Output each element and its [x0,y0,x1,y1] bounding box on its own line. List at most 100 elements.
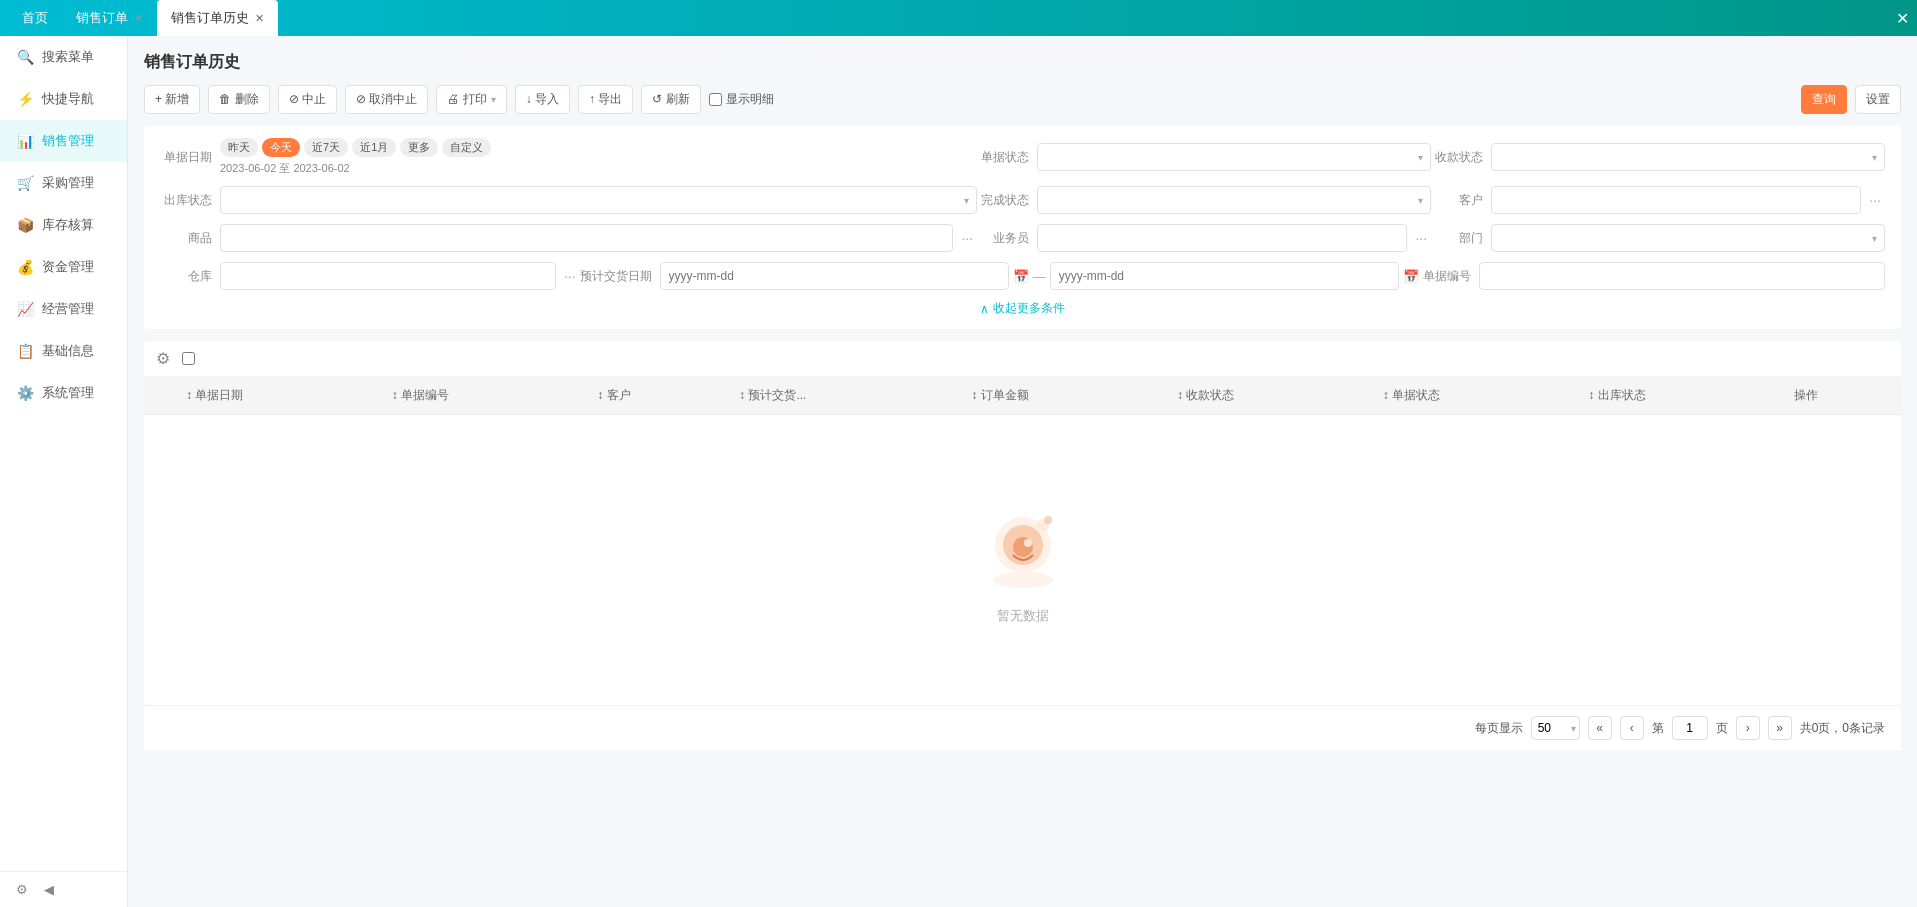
sidebar-item-search[interactable]: 🔍 搜索菜单 [0,36,127,78]
date-tag-today[interactable]: 今天 [262,138,300,157]
tab-home-label: 首页 [22,9,48,27]
svg-point-4 [1024,539,1032,547]
warehouse-label: 仓库 [160,268,220,285]
top-bar: 首页 销售订单 ✕ 销售订单历史 ✕ ✕ [0,0,1917,36]
page-input[interactable] [1672,716,1708,740]
sidebar-bottom: ⚙ ◀ [0,871,127,907]
sidebar-item-shortcuts[interactable]: ⚡ 快捷导航 [0,78,127,120]
order-status-label: 单据状态 [977,149,1037,166]
date-tag-custom[interactable]: 自定义 [442,138,491,157]
date-tag-yesterday[interactable]: 昨天 [220,138,258,157]
prev-page-button[interactable]: ‹ [1620,716,1644,740]
display-detail-label: 显示明细 [726,91,774,108]
date-control: 昨天 今天 近7天 近1月 更多 自定义 2023-06-02 至 2023-0… [220,138,977,176]
print-button[interactable]: 🖨 打印 ▾ [436,85,506,114]
th-amount-label: ↕ 订单金额 [971,388,1028,402]
window-close-button[interactable]: ✕ [1896,9,1909,28]
goods-dots-button[interactable]: ··· [957,230,977,246]
customer-label: 客户 [1431,192,1491,209]
query-button[interactable]: 查询 [1801,85,1847,114]
department-wrap: ▾ [1491,224,1885,252]
th-date[interactable]: ↕ 单据日期 [176,377,382,415]
page-size-select[interactable]: 50 10 20 100 [1531,716,1580,740]
next-page-button[interactable]: › [1736,716,1760,740]
filter-salesperson: 业务员 ··· [977,224,1431,252]
order-number-input[interactable] [1479,262,1885,290]
cancel-stop-button[interactable]: ⊘ 取消中止 [345,85,428,114]
empty-text: 暂无数据 [997,607,1049,625]
select-all-checkbox[interactable] [182,352,195,365]
th-order-status-label: ↕ 单据状态 [1383,388,1440,402]
tab-sales-order[interactable]: 销售订单 ✕ [62,0,157,36]
delete-button[interactable]: 🗑 删除 [208,85,269,114]
settings-bottom-icon[interactable]: ⚙ [16,882,28,897]
warehouse-input[interactable] [220,262,556,290]
refresh-button[interactable]: ↺ 刷新 [641,85,700,114]
goods-control: ··· [220,224,977,252]
empty-state: 暂无数据 [144,415,1901,705]
display-detail-checkbox[interactable]: 显示明细 [709,91,774,108]
sidebar-item-finance[interactable]: 💰 资金管理 [0,246,127,288]
sidebar-item-inventory[interactable]: 📦 库存核算 [0,204,127,246]
first-page-button[interactable]: « [1588,716,1612,740]
payment-status-select[interactable] [1491,143,1885,171]
date-tag-more[interactable]: 更多 [400,138,438,157]
outbound-status-select[interactable] [220,186,977,214]
th-delivery-label: ↕ 预计交货... [739,388,806,402]
department-select[interactable] [1491,224,1885,252]
delivery-from-input[interactable] [660,262,1009,290]
order-status-wrap: ▾ [1037,143,1431,171]
collapse-sidebar-icon[interactable]: ◀ [44,882,54,897]
sidebar-item-purchase[interactable]: 🛒 采购管理 [0,162,127,204]
th-number[interactable]: ↕ 单据编号 [382,377,588,415]
tab-sales-order-history[interactable]: 销售订单历史 ✕ [157,0,278,36]
date-separator: — [1033,269,1046,284]
customer-input[interactable] [1491,186,1861,214]
stop-button[interactable]: ⊘ 中止 [278,85,337,114]
date-tag-1month[interactable]: 近1月 [352,138,396,157]
delivery-to-calendar-icon[interactable]: 📅 [1403,269,1419,284]
data-table: ↕ 单据日期 ↕ 单据编号 ↕ 客户 ↕ 预计交货... ↕ 订单金额 [144,377,1901,415]
th-payment-status[interactable]: ↕ 收款状态 [1167,377,1373,415]
add-button[interactable]: + 新增 [144,85,200,114]
delivery-from-calendar-icon[interactable]: 📅 [1013,269,1029,284]
salesperson-dots-button[interactable]: ··· [1411,230,1431,246]
sidebar-item-system[interactable]: ⚙️ 系统管理 [0,372,127,414]
sidebar-item-operations[interactable]: 📈 经营管理 [0,288,127,330]
date-tag-7days[interactable]: 近7天 [304,138,348,157]
warehouse-dots-button[interactable]: ··· [560,268,580,284]
goods-input[interactable] [220,224,953,252]
goods-label: 商品 [160,230,220,247]
settings-button[interactable]: 设置 [1855,85,1901,114]
tab-sales-order-close[interactable]: ✕ [134,12,143,25]
th-order-status[interactable]: ↕ 单据状态 [1373,377,1579,415]
svg-point-6 [1044,516,1052,524]
customer-dots-button[interactable]: ··· [1865,192,1885,208]
filter-complete-status: 完成状态 ▾ [977,186,1431,214]
filter-date: 单据日期 昨天 今天 近7天 近1月 更多 自定义 2023-06-02 [160,138,977,176]
salesperson-input[interactable] [1037,224,1407,252]
date-range-display: 2023-06-02 至 2023-06-02 [220,161,491,176]
content-area: 销售订单历史 + 新增 🗑 删除 ⊘ 中止 ⊘ 取消中止 🖨 打印 ▾ ↓ 导入 [128,36,1917,907]
sales-icon: 📊 [16,132,34,150]
th-amount[interactable]: ↕ 订单金额 [961,377,1167,415]
table-header-row: ↕ 单据日期 ↕ 单据编号 ↕ 客户 ↕ 预计交货... ↕ 订单金额 [144,377,1901,415]
order-number-label: 单据编号 [1419,268,1479,285]
sidebar-item-base-info[interactable]: 📋 基础信息 [0,330,127,372]
order-status-select[interactable] [1037,143,1431,171]
import-button[interactable]: ↓ 导入 [515,85,570,114]
th-customer[interactable]: ↕ 客户 [587,377,729,415]
complete-status-select[interactable] [1037,186,1431,214]
last-page-button[interactable]: » [1768,716,1792,740]
tab-sales-order-history-close[interactable]: ✕ [255,12,264,25]
display-detail-input[interactable] [709,93,722,106]
table-settings-icon[interactable]: ⚙ [156,349,170,368]
tab-home[interactable]: 首页 [8,0,62,36]
th-outbound-status[interactable]: ↕ 出库状态 [1578,377,1784,415]
th-delivery[interactable]: ↕ 预计交货... [729,377,961,415]
sidebar-item-sales[interactable]: 📊 销售管理 [0,120,127,162]
export-button[interactable]: ↑ 导出 [578,85,633,114]
filter-row-3: 商品 ··· 业务员 ··· 部门 [160,224,1885,252]
collapse-row[interactable]: ∧ 收起更多条件 [160,300,1885,317]
delivery-to-input[interactable] [1050,262,1399,290]
